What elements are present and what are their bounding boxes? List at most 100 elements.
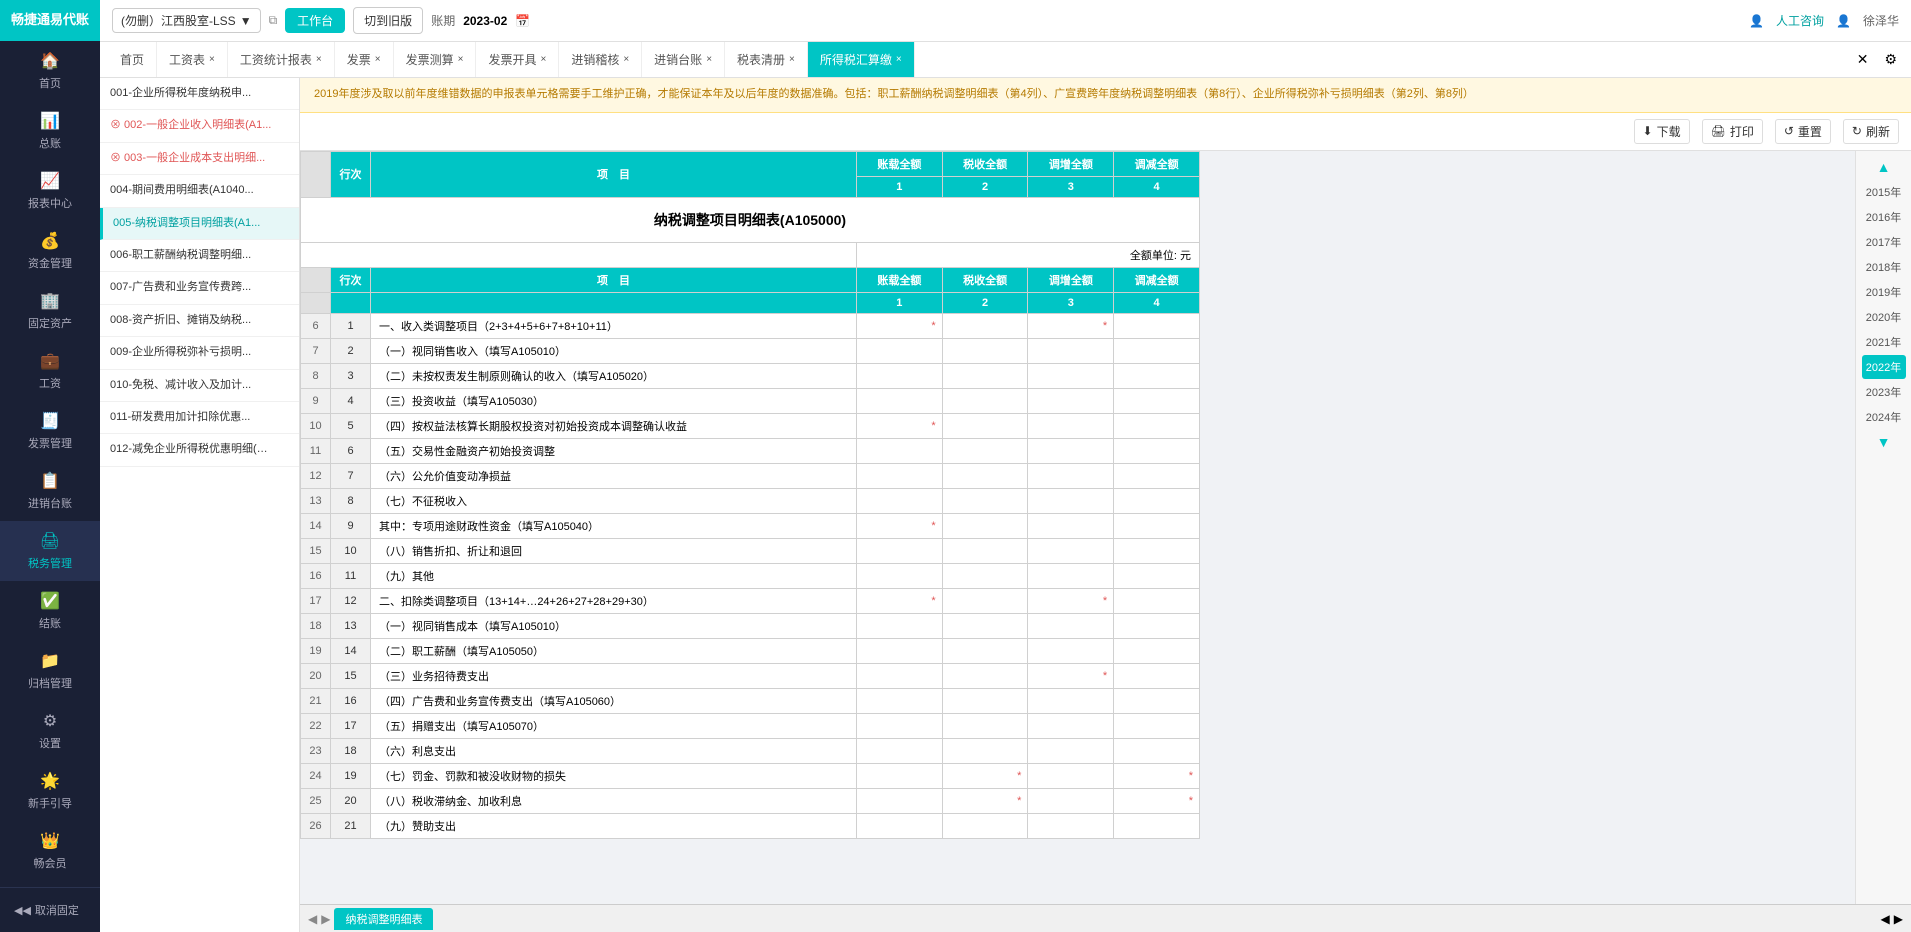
- close-all-icon[interactable]: ✕: [1851, 51, 1875, 68]
- col4-cell[interactable]: [1114, 538, 1200, 563]
- col3-cell[interactable]: [1028, 613, 1114, 638]
- left-panel-item[interactable]: 004-期间费用明细表(A1040...: [100, 175, 299, 207]
- year-btn-2020年[interactable]: 2020年: [1862, 305, 1906, 329]
- refresh-button[interactable]: ↻ 刷新: [1843, 119, 1899, 144]
- col2-cell[interactable]: [942, 338, 1028, 363]
- item-cell[interactable]: （六）利息支出: [371, 738, 857, 763]
- col1-cell[interactable]: [856, 688, 942, 713]
- sidebar-item-inout[interactable]: 📋进销台账: [0, 461, 100, 521]
- year-btn-2016年[interactable]: 2016年: [1862, 205, 1906, 229]
- sidebar-item-tax[interactable]: 🖨税务管理: [0, 521, 100, 581]
- item-cell[interactable]: 一、收入类调整项目（2+3+4+5+6+7+8+10+11）: [371, 313, 857, 338]
- col1-cell[interactable]: [856, 538, 942, 563]
- col3-cell[interactable]: [1028, 763, 1114, 788]
- col4-cell[interactable]: [1114, 413, 1200, 438]
- year-btn-2018年[interactable]: 2018年: [1862, 255, 1906, 279]
- col4-cell[interactable]: [1114, 713, 1200, 738]
- col3-cell[interactable]: [1028, 463, 1114, 488]
- col1-cell[interactable]: *: [856, 588, 942, 613]
- sidebar-item-funds[interactable]: 💰资金管理: [0, 221, 100, 281]
- col4-cell[interactable]: [1114, 513, 1200, 538]
- sidebar-item-archive[interactable]: 📁归档管理: [0, 641, 100, 701]
- sidebar-item-vip[interactable]: 👑畅会员: [0, 821, 100, 881]
- col1-cell[interactable]: [856, 638, 942, 663]
- sidebar-item-salary[interactable]: 💼工资: [0, 341, 100, 401]
- col3-cell[interactable]: [1028, 363, 1114, 388]
- col2-cell[interactable]: [942, 638, 1028, 663]
- col3-cell[interactable]: [1028, 688, 1114, 713]
- sidebar-item-guide[interactable]: 🌟新手引导: [0, 761, 100, 821]
- sidebar-item-reports[interactable]: 📈报表中心: [0, 161, 100, 221]
- sidebar-item-assets[interactable]: 🏢固定资产: [0, 281, 100, 341]
- item-cell[interactable]: （九）其他: [371, 563, 857, 588]
- col4-cell[interactable]: *: [1114, 788, 1200, 813]
- item-cell[interactable]: （一）视同销售收入（填写A105010）: [371, 338, 857, 363]
- tab-close[interactable]: ×: [375, 54, 381, 65]
- col4-cell[interactable]: [1114, 363, 1200, 388]
- item-cell[interactable]: （五）交易性金融资产初始投资调整: [371, 438, 857, 463]
- col1-cell[interactable]: [856, 763, 942, 788]
- copy-icon[interactable]: ⧉: [269, 13, 278, 28]
- col1-cell[interactable]: [856, 563, 942, 588]
- col1-cell[interactable]: [856, 813, 942, 838]
- col2-cell[interactable]: [942, 613, 1028, 638]
- sidebar-item-close[interactable]: ✅结账: [0, 581, 100, 641]
- tab-发票测算[interactable]: 发票测算×: [394, 42, 477, 78]
- col1-cell[interactable]: [856, 438, 942, 463]
- tab-工资表[interactable]: 工资表×: [157, 42, 228, 78]
- item-cell[interactable]: （三）投资收益（填写A105030）: [371, 388, 857, 413]
- tab-close[interactable]: ×: [623, 54, 629, 65]
- left-panel-item[interactable]: 006-职工薪酬纳税调整明细...: [100, 240, 299, 272]
- year-btn-2024年[interactable]: 2024年: [1862, 405, 1906, 429]
- item-cell[interactable]: （一）视同销售成本（填写A105010）: [371, 613, 857, 638]
- col4-cell[interactable]: [1114, 563, 1200, 588]
- tab-close[interactable]: ×: [316, 54, 322, 65]
- sheet-tab-active[interactable]: 纳税调整明细表: [334, 908, 433, 930]
- print-button[interactable]: 🖨 打印: [1702, 119, 1763, 144]
- col3-cell[interactable]: [1028, 388, 1114, 413]
- sheet-nav-left[interactable]: ◀: [308, 912, 317, 926]
- col4-cell[interactable]: [1114, 688, 1200, 713]
- col1-cell[interactable]: *: [856, 413, 942, 438]
- tab-发票[interactable]: 发票×: [335, 42, 394, 78]
- sidebar-item-invoice[interactable]: 🧾发票管理: [0, 401, 100, 461]
- col3-cell[interactable]: [1028, 438, 1114, 463]
- tab-close[interactable]: ×: [789, 54, 795, 65]
- tab-税表清册[interactable]: 税表清册×: [725, 42, 808, 78]
- col2-cell[interactable]: [942, 688, 1028, 713]
- item-cell[interactable]: （七）罚金、罚款和被没收财物的损失: [371, 763, 857, 788]
- col3-cell[interactable]: [1028, 513, 1114, 538]
- sidebar-item-home[interactable]: 🏠首页: [0, 41, 100, 101]
- year-down-btn[interactable]: ▼: [1873, 430, 1895, 454]
- table-scroll[interactable]: 行次 项 目 账载全额 税收全额 调增全额 调减全额 1 2 3: [300, 151, 1855, 904]
- calendar-icon[interactable]: 📅: [515, 14, 530, 28]
- tab-close[interactable]: ×: [458, 54, 464, 65]
- left-panel-item[interactable]: 010-免税、减计收入及加计...: [100, 370, 299, 402]
- col4-cell[interactable]: [1114, 488, 1200, 513]
- left-panel-item[interactable]: 007-广告费和业务宣传费跨...: [100, 272, 299, 304]
- col3-cell[interactable]: *: [1028, 313, 1114, 338]
- col4-cell[interactable]: [1114, 613, 1200, 638]
- col3-cell[interactable]: [1028, 538, 1114, 563]
- tab-close[interactable]: ×: [209, 54, 215, 65]
- sidebar-item-ledger[interactable]: 📊总账: [0, 101, 100, 161]
- col1-cell[interactable]: [856, 463, 942, 488]
- sidebar-item-settings[interactable]: ⚙设置: [0, 701, 100, 761]
- item-cell[interactable]: （二）未按权责发生制原则确认的收入（填写A105020）: [371, 363, 857, 388]
- col1-cell[interactable]: [856, 788, 942, 813]
- col2-cell[interactable]: [942, 438, 1028, 463]
- col3-cell[interactable]: [1028, 713, 1114, 738]
- item-cell[interactable]: 其中：专项用途财政性资金（填写A105040）: [371, 513, 857, 538]
- year-up-btn[interactable]: ▲: [1873, 155, 1895, 179]
- col2-cell[interactable]: [942, 413, 1028, 438]
- sheet-nav-right[interactable]: ▶: [321, 912, 330, 926]
- col1-cell[interactable]: [856, 738, 942, 763]
- col2-cell[interactable]: [942, 588, 1028, 613]
- tab-所得税汇算缴[interactable]: 所得税汇算缴×: [808, 42, 915, 78]
- tab-close[interactable]: ×: [540, 54, 546, 65]
- col2-cell[interactable]: *: [942, 763, 1028, 788]
- col2-cell[interactable]: [942, 313, 1028, 338]
- col3-cell[interactable]: [1028, 338, 1114, 363]
- left-panel-item[interactable]: 012-减免企业所得税优惠明细(…: [100, 434, 299, 466]
- col3-cell[interactable]: [1028, 563, 1114, 588]
